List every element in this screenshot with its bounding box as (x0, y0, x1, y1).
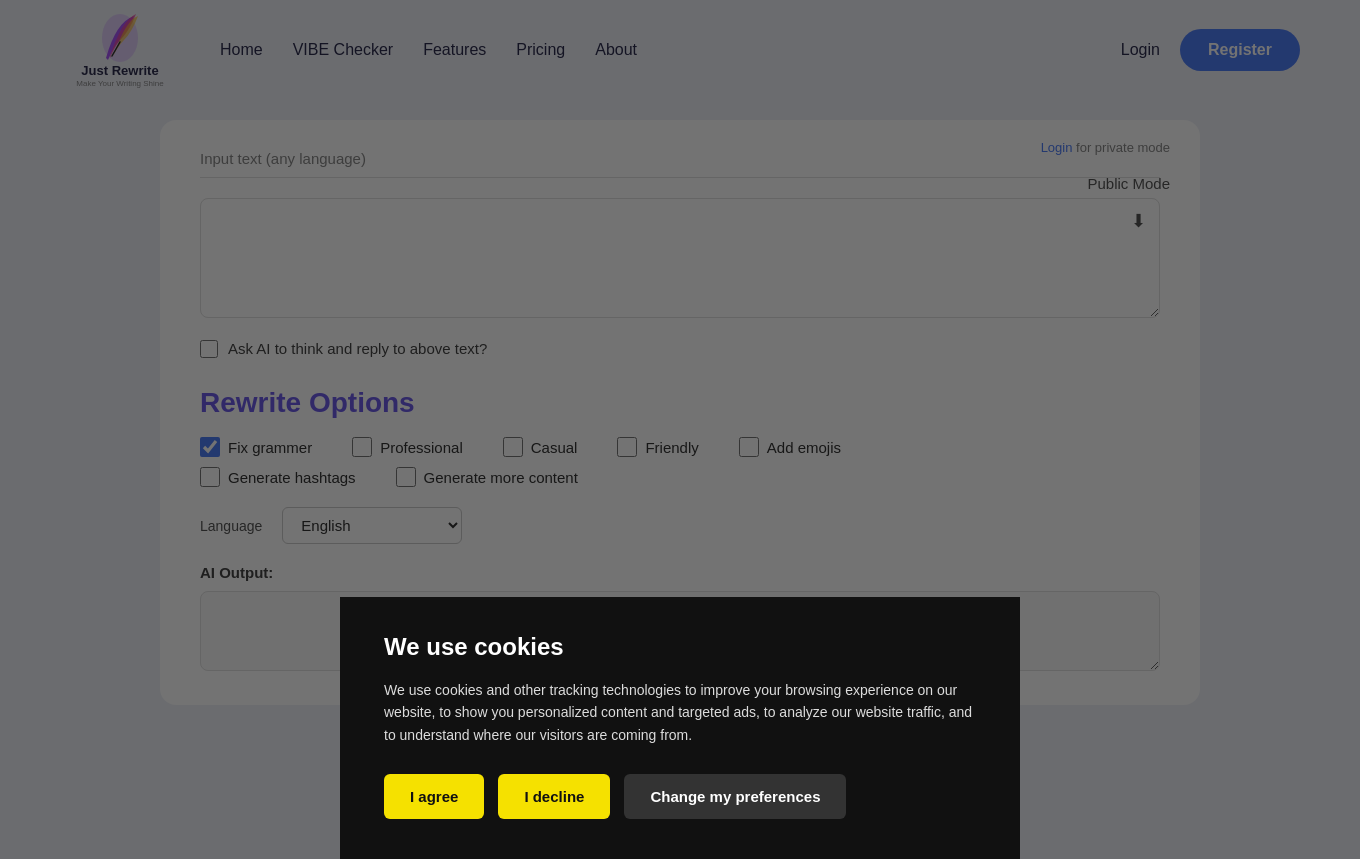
cookie-banner: We use cookies We use cookies and other … (340, 597, 1020, 859)
cookie-agree-button[interactable]: I agree (384, 774, 484, 819)
cookie-prefs-button[interactable]: Change my preferences (624, 774, 846, 819)
cookie-text: We use cookies and other tracking techno… (384, 679, 976, 746)
cookie-buttons: I agree I decline Change my preferences (384, 774, 976, 819)
cookie-title: We use cookies (384, 633, 976, 661)
cookie-decline-button[interactable]: I decline (498, 774, 610, 819)
